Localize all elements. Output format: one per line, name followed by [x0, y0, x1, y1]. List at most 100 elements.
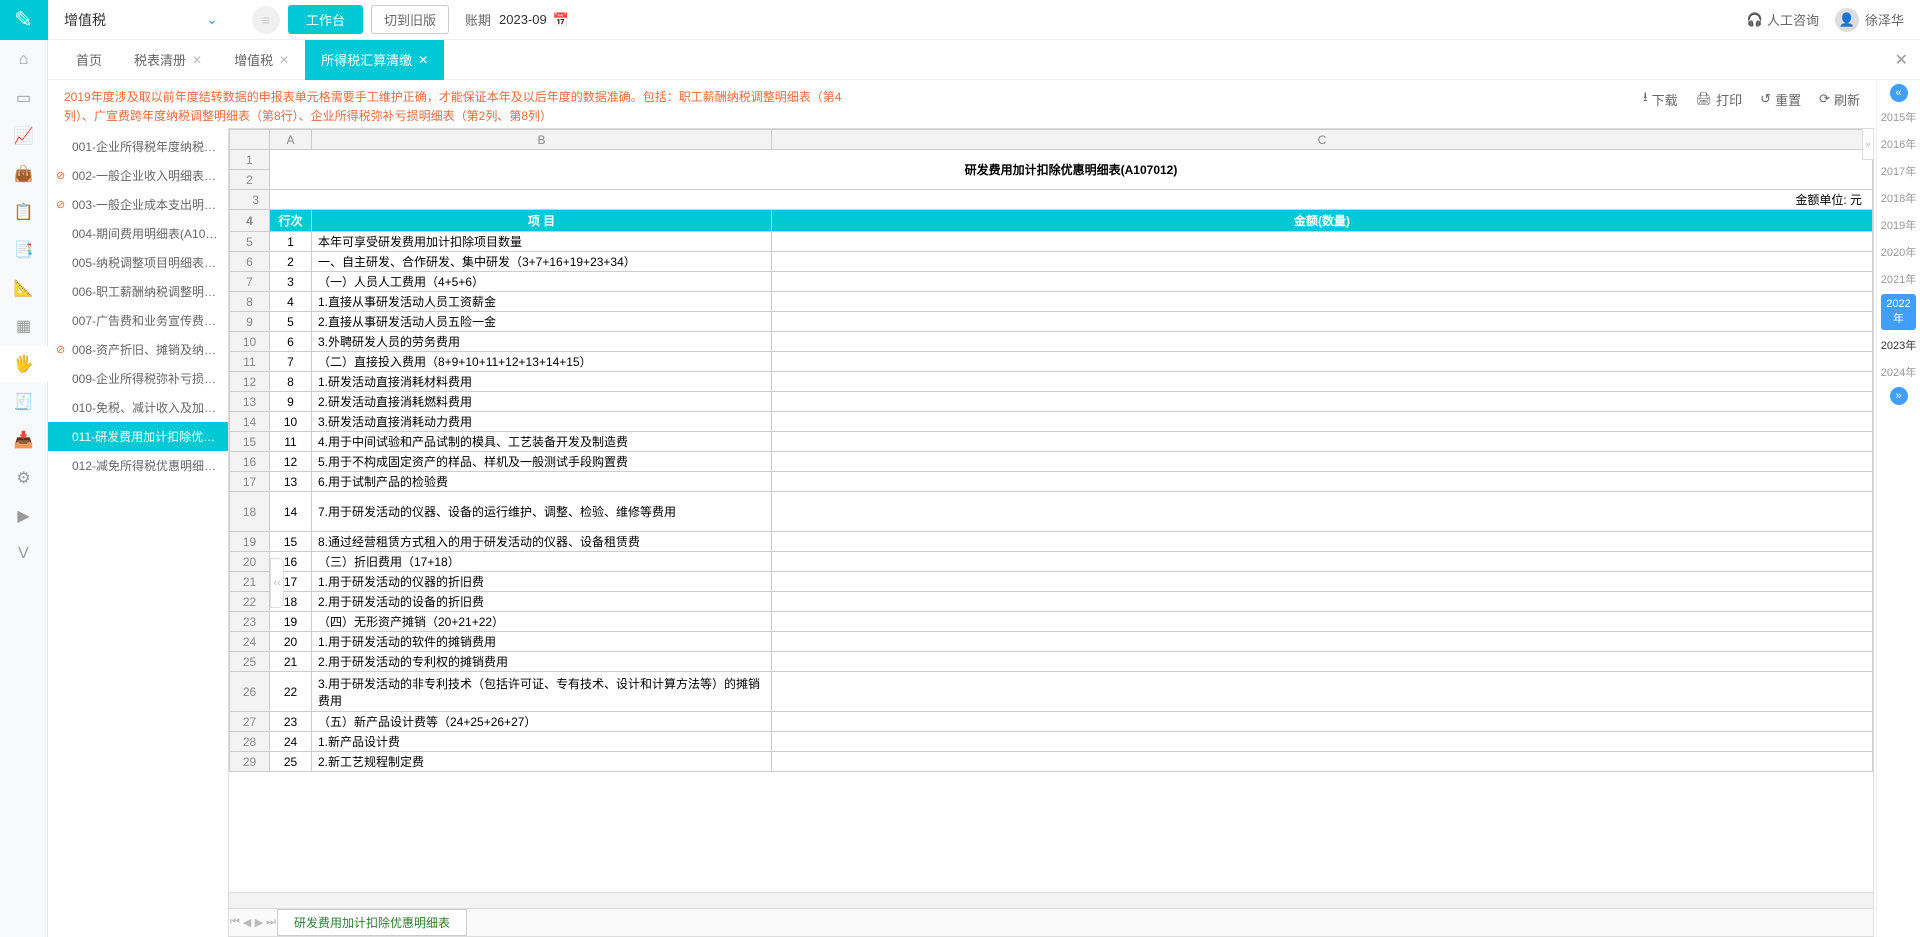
row-header[interactable]: 28 — [230, 732, 270, 752]
year-item[interactable]: 2022年 — [1881, 294, 1916, 330]
calendar-icon[interactable]: 📅 — [553, 12, 569, 28]
row-header[interactable]: 10 — [230, 332, 270, 352]
expand-right-button[interactable]: » — [1862, 128, 1874, 160]
row-item-name[interactable]: 一、自主研发、合作研发、集中研发（3+7+16+19+23+34） — [312, 252, 772, 272]
row-header[interactable]: 24 — [230, 632, 270, 652]
list-item[interactable]: ⊘003-一般企业成本支出明细... — [48, 190, 228, 219]
tab-3[interactable]: 所得税汇算清缴✕ — [305, 40, 444, 80]
refresh-button[interactable]: ⟳刷新 — [1819, 88, 1860, 110]
row-header[interactable]: 5 — [230, 232, 270, 252]
close-icon[interactable]: ✕ — [279, 53, 289, 67]
row-seq[interactable]: 23 — [270, 712, 312, 732]
row-seq[interactable]: 25 — [270, 752, 312, 772]
row-item-name[interactable]: 本年可享受研发费用加计扣除项目数量 — [312, 232, 772, 252]
row-item-name[interactable]: 3.用于研发活动的非专利技术（包括许可证、专有技术、设计和计算方法等）的摊销费用 — [312, 672, 772, 712]
row-amount-cell[interactable] — [772, 732, 1873, 752]
row-item-name[interactable]: 2.用于研发活动的设备的折旧费 — [312, 592, 772, 612]
year-item[interactable]: 2015年 — [1877, 105, 1920, 129]
nav-receipt-icon[interactable]: 🧾 — [0, 384, 48, 420]
row-seq[interactable]: 2 — [270, 252, 312, 272]
col-header-B[interactable]: B — [312, 130, 772, 150]
list-item[interactable]: 001-企业所得税年度纳税申... — [48, 132, 228, 161]
old-version-button[interactable]: 切到旧版 — [371, 5, 449, 34]
row-amount-cell[interactable] — [772, 452, 1873, 472]
row-item-name[interactable]: 6.用于试制产品的检验费 — [312, 472, 772, 492]
row-header[interactable]: 3 — [230, 190, 270, 210]
row-amount-cell[interactable] — [772, 632, 1873, 652]
row-header[interactable]: 1 — [230, 150, 270, 170]
nav-home-icon[interactable]: ⌂ — [0, 42, 48, 78]
close-icon[interactable]: ✕ — [192, 53, 202, 67]
row-header[interactable]: 29 — [230, 752, 270, 772]
row-header[interactable]: 17 — [230, 472, 270, 492]
module-selector[interactable]: 增值税 ⌄ — [64, 10, 244, 30]
list-item[interactable]: 009-企业所得税弥补亏损明... — [48, 364, 228, 393]
list-item[interactable]: 005-纳税调整项目明细表(A1... — [48, 248, 228, 277]
row-item-name[interactable]: （二）直接投入费用（8+9+10+11+12+13+14+15） — [312, 352, 772, 372]
row-header[interactable]: 25 — [230, 652, 270, 672]
nav-bag-icon[interactable]: 👜 — [0, 156, 48, 192]
year-item[interactable]: 2024年 — [1877, 360, 1920, 384]
row-seq[interactable]: 4 — [270, 292, 312, 312]
year-scroll-up-icon[interactable]: « — [1890, 84, 1908, 102]
row-header[interactable]: 23 — [230, 612, 270, 632]
row-amount-cell[interactable] — [772, 592, 1873, 612]
row-item-name[interactable]: 2.用于研发活动的专利权的摊销费用 — [312, 652, 772, 672]
year-item[interactable]: 2023年 — [1877, 333, 1920, 357]
period-value[interactable]: 2023-09 — [499, 12, 547, 27]
row-amount-cell[interactable] — [772, 252, 1873, 272]
reset-button[interactable]: ↺重置 — [1760, 88, 1801, 110]
nav-tax-icon[interactable]: 🖐 — [0, 346, 48, 382]
row-item-name[interactable]: （三）折旧费用（17+18） — [312, 552, 772, 572]
nav-v-icon[interactable]: V — [0, 536, 48, 572]
row-header[interactable]: 20 — [230, 552, 270, 572]
nav-report-icon[interactable]: 📑 — [0, 232, 48, 268]
row-amount-cell[interactable] — [772, 552, 1873, 572]
row-amount-cell[interactable] — [772, 332, 1873, 352]
row-header[interactable]: 15 — [230, 432, 270, 452]
row-header[interactable]: 16 — [230, 452, 270, 472]
list-item[interactable]: 007-广告费和业务宣传费跨... — [48, 306, 228, 335]
nav-doc-icon[interactable]: ▭ — [0, 80, 48, 116]
tab-1[interactable]: 税表清册✕ — [118, 40, 218, 80]
spreadsheet[interactable]: A B C 1研发费用加计扣除优惠明细表(A107012) 2 3金额单位: 元… — [229, 129, 1873, 772]
row-header[interactable]: 27 — [230, 712, 270, 732]
user-menu[interactable]: 👤 徐泽华 — [1835, 8, 1904, 32]
row-amount-cell[interactable] — [772, 752, 1873, 772]
year-scroll-down-icon[interactable]: » — [1890, 387, 1908, 405]
row-item-name[interactable]: （五）新产品设计费等（24+25+26+27） — [312, 712, 772, 732]
row-amount-cell[interactable] — [772, 672, 1873, 712]
sheet-nav-prev-icon[interactable]: ◀ — [241, 916, 253, 929]
row-header[interactable]: 6 — [230, 252, 270, 272]
row-header[interactable]: 9 — [230, 312, 270, 332]
print-button[interactable]: 🖨打印 — [1696, 88, 1743, 110]
row-amount-cell[interactable] — [772, 392, 1873, 412]
nav-inbox-icon[interactable]: 📥 — [0, 422, 48, 458]
row-seq[interactable]: 14 — [270, 492, 312, 532]
list-item[interactable]: ⊘002-一般企业收入明细表(A... — [48, 161, 228, 190]
sheet-nav-last-icon[interactable]: ⏭ — [265, 916, 277, 929]
row-item-name[interactable]: 3.外聘研发人员的劳务费用 — [312, 332, 772, 352]
sheet-nav-next-icon[interactable]: ▶ — [253, 916, 265, 929]
row-amount-cell[interactable] — [772, 272, 1873, 292]
nav-grid-icon[interactable]: ▦ — [0, 308, 48, 344]
row-seq[interactable]: 5 — [270, 312, 312, 332]
year-item[interactable]: 2017年 — [1877, 159, 1920, 183]
row-item-name[interactable]: 1.用于研发活动的软件的摊销费用 — [312, 632, 772, 652]
row-seq[interactable]: 21 — [270, 652, 312, 672]
row-header[interactable]: 4 — [230, 210, 270, 232]
row-seq[interactable]: 3 — [270, 272, 312, 292]
row-item-name[interactable]: 8.通过经营租赁方式租入的用于研发活动的仪器、设备租赁费 — [312, 532, 772, 552]
row-seq[interactable]: 15 — [270, 532, 312, 552]
row-amount-cell[interactable] — [772, 532, 1873, 552]
row-seq[interactable]: 22 — [270, 672, 312, 712]
support-link[interactable]: 🎧人工咨询 — [1747, 10, 1819, 29]
row-item-name[interactable]: （四）无形资产摊销（20+21+22） — [312, 612, 772, 632]
row-item-name[interactable]: 4.用于中间试验和产品试制的模具、工艺装备开发及制造费 — [312, 432, 772, 452]
row-amount-cell[interactable] — [772, 412, 1873, 432]
row-seq[interactable]: 1 — [270, 232, 312, 252]
row-header[interactable]: 13 — [230, 392, 270, 412]
row-item-name[interactable]: 7.用于研发活动的仪器、设备的运行维护、调整、检验、维修等费用 — [312, 492, 772, 532]
list-item[interactable]: 004-期间费用明细表(A1040... — [48, 219, 228, 248]
list-item[interactable]: 010-免税、减计收入及加计... — [48, 393, 228, 422]
